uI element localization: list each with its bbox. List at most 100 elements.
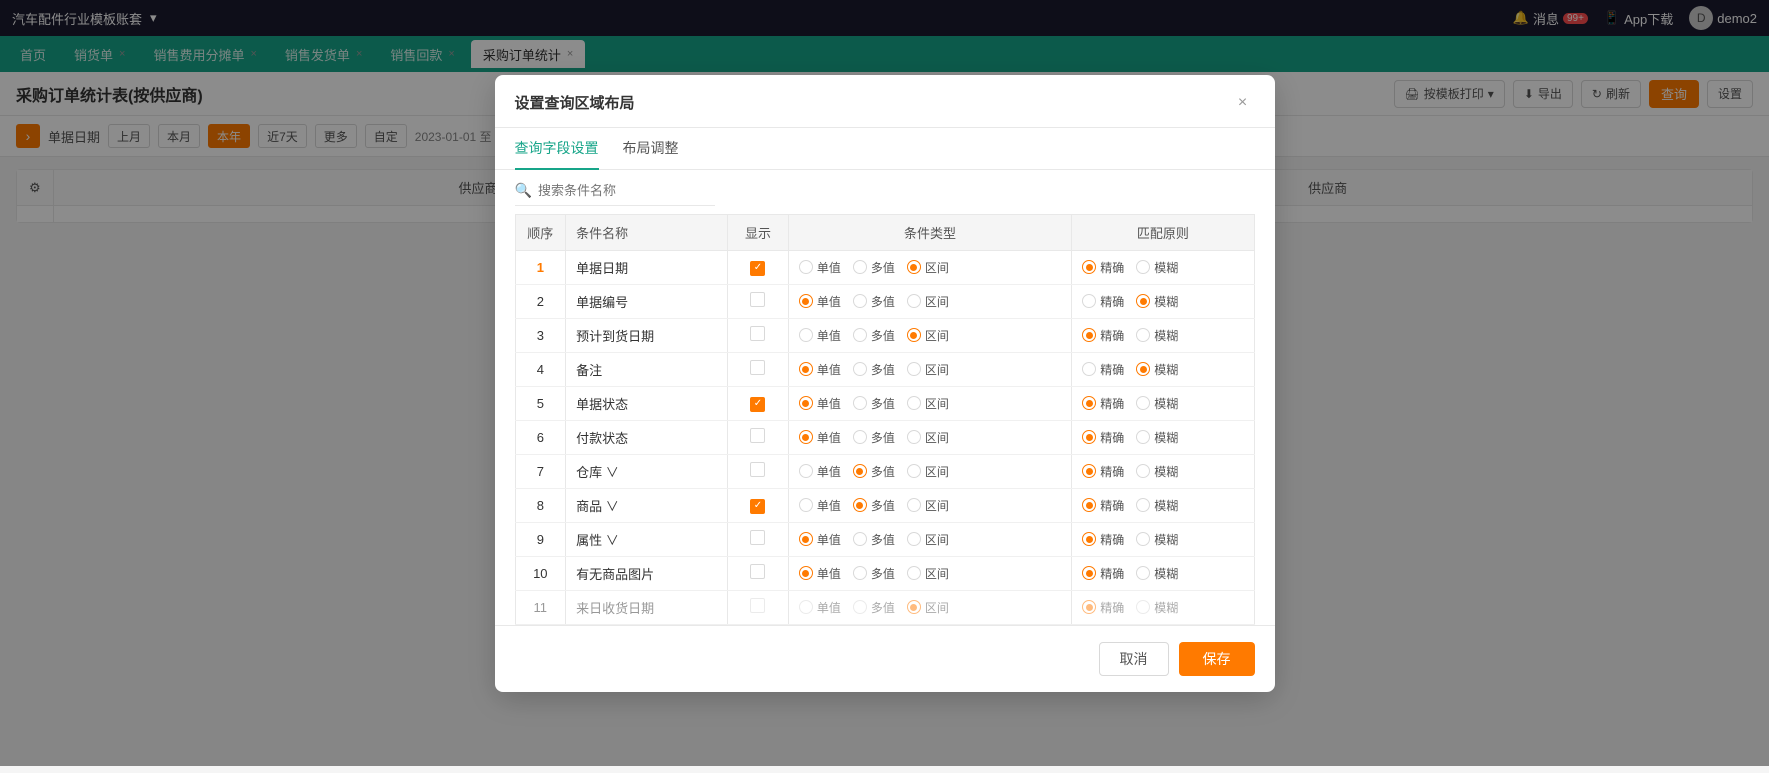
type-radio-item[interactable]: 多值 [853,497,895,514]
radio-circle-type_multi [853,464,867,478]
match-radio-item[interactable]: 精确 [1082,293,1124,310]
radio-circle-match_exact [1082,294,1096,308]
type-radio-item[interactable]: 多值 [853,565,895,582]
type-radio-item[interactable]: 单值 [799,565,841,582]
type-radio-item[interactable]: 多值 [853,361,895,378]
radio-label: 单值 [817,293,841,310]
display-checkbox[interactable] [750,261,765,276]
modal-tab-query[interactable]: 查询字段设置 [515,128,599,170]
type-radio-item[interactable]: 多值 [853,599,895,616]
radio-label: 单值 [817,599,841,616]
display-checkbox[interactable] [750,530,765,545]
condition-search-input[interactable] [538,183,698,198]
type-radio-item[interactable]: 区间 [907,293,949,310]
modal-footer: 取消 保存 [495,625,1275,692]
type-radio-item[interactable]: 区间 [907,565,949,582]
radio-label: 模糊 [1154,395,1178,412]
type-radio-item[interactable]: 单值 [799,463,841,480]
row-display-cell[interactable] [728,352,789,386]
display-checkbox[interactable] [750,598,765,613]
match-radio-item[interactable]: 精确 [1082,531,1124,548]
type-radio-item[interactable]: 多值 [853,531,895,548]
radio-label: 区间 [925,361,949,378]
type-radio-item[interactable]: 区间 [907,531,949,548]
match-radio-item[interactable]: 模糊 [1136,429,1178,446]
modal-close-btn[interactable]: × [1231,91,1255,115]
match-radio-item[interactable]: 模糊 [1136,565,1178,582]
type-radio-item[interactable]: 单值 [799,429,841,446]
match-radio-item[interactable]: 模糊 [1136,259,1178,276]
radio-label: 模糊 [1154,497,1178,514]
type-radio-item[interactable]: 区间 [907,599,949,616]
row-display-cell[interactable] [728,454,789,488]
row-condition-name: 仓库 ∨ [566,454,728,488]
modal-tab-layout[interactable]: 布局调整 [623,128,679,170]
match-radio-item[interactable]: 精确 [1082,327,1124,344]
row-display-cell[interactable] [728,522,789,556]
display-checkbox[interactable] [750,499,765,514]
display-checkbox[interactable] [750,360,765,375]
match-radio-item[interactable]: 精确 [1082,497,1124,514]
type-radio-item[interactable]: 多值 [853,463,895,480]
type-radio-item[interactable]: 多值 [853,293,895,310]
display-checkbox[interactable] [750,564,765,579]
row-display-cell[interactable] [728,590,789,624]
display-checkbox[interactable] [750,326,765,341]
type-radio-item[interactable]: 单值 [799,259,841,276]
type-radio-item[interactable]: 单值 [799,327,841,344]
radio-label: 模糊 [1154,361,1178,378]
match-radio-item[interactable]: 精确 [1082,259,1124,276]
match-radio-item[interactable]: 模糊 [1136,463,1178,480]
row-condition-name: 单据编号 [566,284,728,318]
type-radio-item[interactable]: 区间 [907,497,949,514]
match-radio-item[interactable]: 模糊 [1136,395,1178,412]
type-radio-item[interactable]: 单值 [799,531,841,548]
row-display-cell[interactable] [728,386,789,420]
display-checkbox[interactable] [750,292,765,307]
match-radio-item[interactable]: 精确 [1082,395,1124,412]
match-radio-item[interactable]: 精确 [1082,361,1124,378]
row-display-cell[interactable] [728,556,789,590]
type-radio-item[interactable]: 多值 [853,429,895,446]
type-radio-item[interactable]: 单值 [799,497,841,514]
type-radio-item[interactable]: 多值 [853,395,895,412]
row-display-cell[interactable] [728,250,789,284]
match-radio-item[interactable]: 模糊 [1136,293,1178,310]
type-radio-item[interactable]: 区间 [907,259,949,276]
match-radio-item[interactable]: 模糊 [1136,531,1178,548]
row-display-cell[interactable] [728,284,789,318]
type-radio-item[interactable]: 区间 [907,361,949,378]
match-radio-item[interactable]: 精确 [1082,565,1124,582]
row-display-cell[interactable] [728,420,789,454]
radio-label: 多值 [871,531,895,548]
radio-label: 单值 [817,259,841,276]
match-radio-item[interactable]: 模糊 [1136,497,1178,514]
type-radio-item[interactable]: 多值 [853,259,895,276]
modal-overlay[interactable]: 设置查询区域布局 × 查询字段设置 布局调整 🔍 顺序 [0,0,1769,766]
row-type-cell: 单值多值区间 [788,590,1071,624]
display-checkbox[interactable] [750,462,765,477]
save-btn[interactable]: 保存 [1179,642,1255,676]
match-radio-item[interactable]: 模糊 [1136,599,1178,616]
match-radio-item[interactable]: 模糊 [1136,361,1178,378]
match-radio-item[interactable]: 精确 [1082,463,1124,480]
type-radio-item[interactable]: 区间 [907,429,949,446]
type-radio-item[interactable]: 区间 [907,463,949,480]
radio-label: 多值 [871,361,895,378]
type-radio-item[interactable]: 区间 [907,327,949,344]
type-radio-item[interactable]: 单值 [799,361,841,378]
cancel-btn[interactable]: 取消 [1099,642,1169,676]
display-checkbox[interactable] [750,397,765,412]
match-radio-item[interactable]: 精确 [1082,429,1124,446]
type-radio-item[interactable]: 区间 [907,395,949,412]
row-display-cell[interactable] [728,318,789,352]
type-radio-item[interactable]: 多值 [853,327,895,344]
match-radio-item[interactable]: 精确 [1082,599,1124,616]
radio-circle-match_exact [1082,464,1096,478]
row-display-cell[interactable] [728,488,789,522]
type-radio-item[interactable]: 单值 [799,599,841,616]
type-radio-item[interactable]: 单值 [799,293,841,310]
match-radio-item[interactable]: 模糊 [1136,327,1178,344]
type-radio-item[interactable]: 单值 [799,395,841,412]
display-checkbox[interactable] [750,428,765,443]
